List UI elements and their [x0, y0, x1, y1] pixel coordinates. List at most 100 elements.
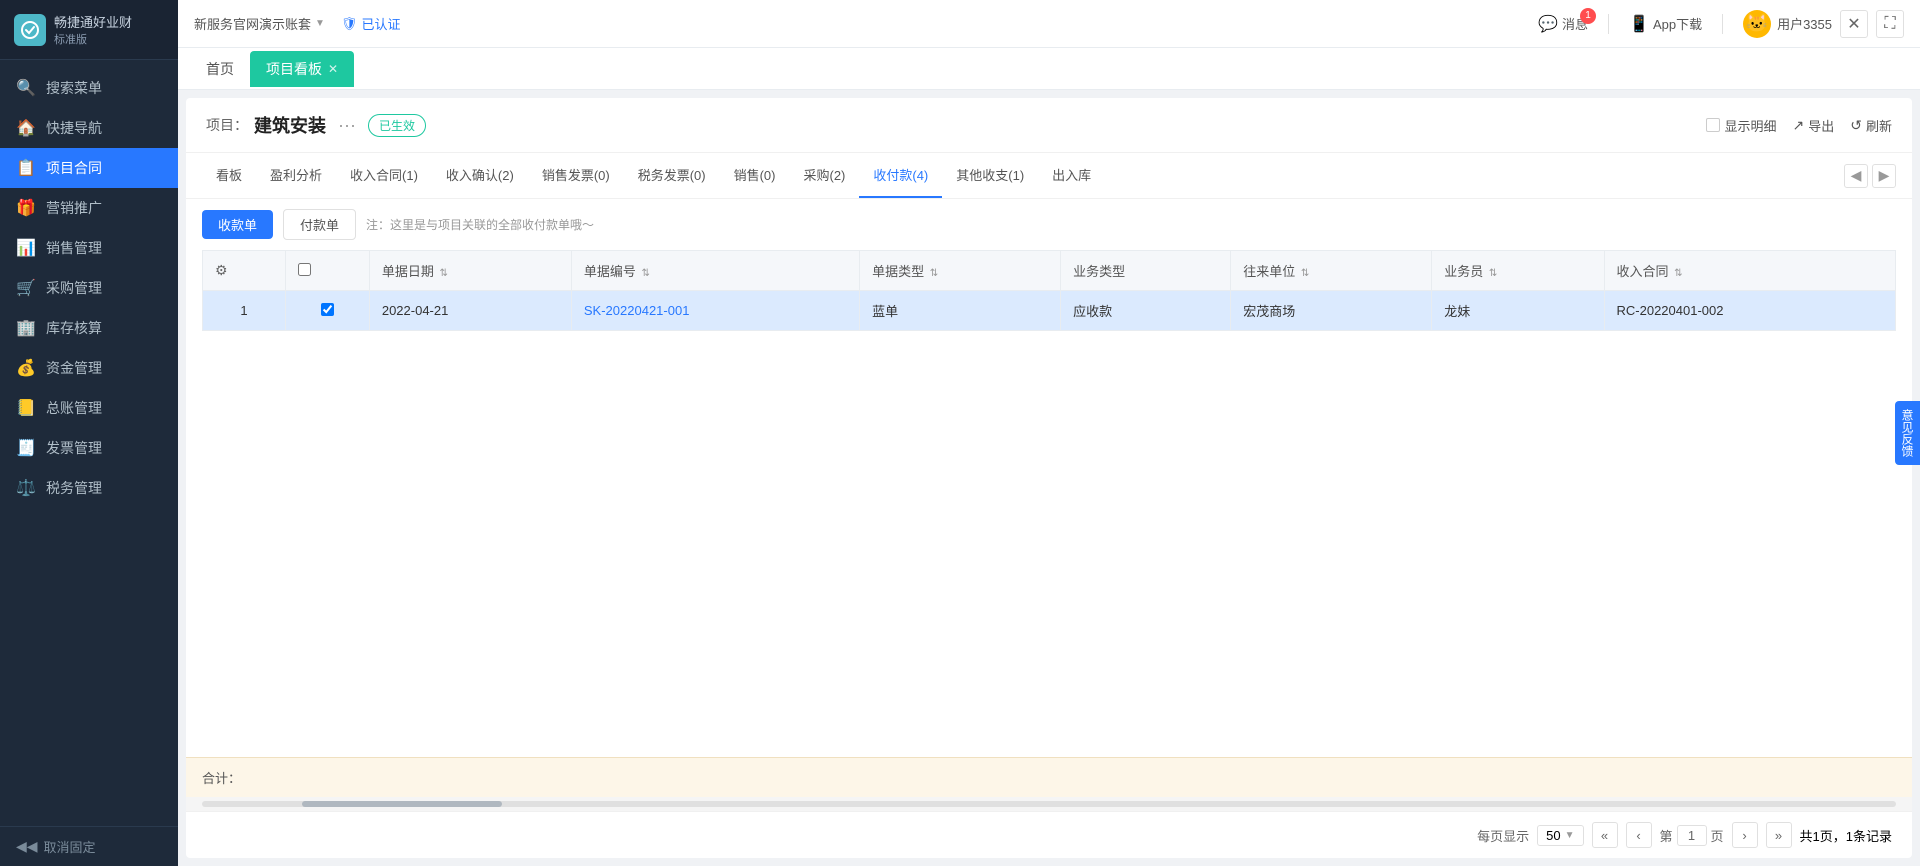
- app-download-button[interactable]: 📱 App下载: [1629, 14, 1702, 34]
- topbar-divider: [1608, 14, 1609, 34]
- next-page-button[interactable]: ›: [1732, 822, 1758, 848]
- sub-tab-inout[interactable]: 出入库: [1038, 153, 1105, 198]
- th-partner-label: 往来单位: [1243, 264, 1295, 279]
- tab-home[interactable]: 首页: [190, 51, 250, 87]
- prev-page-button[interactable]: ‹: [1626, 822, 1652, 848]
- sort-contract-icon[interactable]: ⇅: [1674, 268, 1682, 279]
- table-row[interactable]: 1 2022-04-21 SK-20220421-001 蓝单 应收款 宏茂商场…: [203, 291, 1896, 331]
- sub-tab-profit[interactable]: 盈利分析: [256, 153, 336, 198]
- td-checkbox: [285, 291, 369, 331]
- summary-label: 合计：: [202, 771, 241, 786]
- th-settings: ⚙: [203, 251, 286, 291]
- sub-tab-label: 盈利分析: [270, 168, 322, 183]
- tab-project-board[interactable]: 项目看板 ✕: [250, 51, 354, 87]
- sort-type-icon[interactable]: ⇅: [930, 268, 938, 279]
- sub-tab-income-contract[interactable]: 收入合同(1): [336, 153, 432, 198]
- payment-order-button[interactable]: 付款单: [283, 209, 356, 240]
- tab-close-icon[interactable]: ✕: [328, 62, 338, 76]
- message-icon: 💬: [1538, 14, 1558, 34]
- refresh-label: 刷新: [1866, 116, 1892, 135]
- current-page-input[interactable]: 1: [1677, 825, 1707, 846]
- tax-icon: ⚖️: [16, 478, 36, 498]
- select-all-checkbox[interactable]: [298, 263, 311, 276]
- cert-status: 🛡 已认证: [341, 14, 401, 33]
- sub-tab-other[interactable]: 其他收支(1): [942, 153, 1038, 198]
- sort-date-icon[interactable]: ⇅: [439, 268, 447, 279]
- row-checkbox[interactable]: [321, 303, 334, 316]
- sub-tab-purchase[interactable]: 采购(2): [789, 153, 859, 198]
- user-avatar: 🐱: [1743, 10, 1771, 38]
- first-page-button[interactable]: «: [1592, 822, 1618, 848]
- sidebar-unpin-button[interactable]: ◀◀ 取消固定: [0, 826, 178, 866]
- project-status-badge: 已生效: [368, 114, 426, 137]
- sub-tab-prev-button[interactable]: ◀: [1844, 164, 1868, 188]
- th-type-label: 单据类型: [872, 264, 924, 279]
- sub-tab-next-button[interactable]: ▶: [1872, 164, 1896, 188]
- sidebar-item-sales[interactable]: 📊 销售管理: [0, 228, 178, 268]
- sidebar-item-invoice[interactable]: 🧾 发票管理: [0, 428, 178, 468]
- sort-partner-icon[interactable]: ⇅: [1301, 268, 1309, 279]
- sidebar-footer-label: 取消固定: [44, 837, 96, 856]
- window-controls: ✕ ⛶: [1840, 10, 1904, 38]
- sub-tab-sales-invoice[interactable]: 销售发票(0): [528, 153, 624, 198]
- prev-page-icon: ‹: [1636, 828, 1640, 843]
- sub-tab-income-confirm[interactable]: 收入确认(2): [432, 153, 528, 198]
- sidebar-item-purchase[interactable]: 🛒 采购管理: [0, 268, 178, 308]
- page-size-select[interactable]: 50 ▼: [1537, 825, 1583, 846]
- project-more-icon[interactable]: ···: [338, 115, 356, 136]
- topbar-actions: 💬 消息 1 📱 App下载 🐱 用户3355: [1538, 10, 1832, 38]
- inventory-icon: 🏢: [16, 318, 36, 338]
- sidebar-item-label: 资金管理: [46, 358, 102, 378]
- sidebar-item-marketing[interactable]: 🎁 营销推广: [0, 188, 178, 228]
- sort-salesperson-icon[interactable]: ⇅: [1489, 268, 1497, 279]
- document-link[interactable]: SK-20220421-001: [584, 303, 690, 318]
- td-contract: RC-20220401-002: [1604, 291, 1895, 331]
- close-button[interactable]: ✕: [1840, 10, 1868, 38]
- phone-icon: 📱: [1629, 14, 1649, 34]
- messages-button[interactable]: 💬 消息 1: [1538, 14, 1588, 34]
- last-page-button[interactable]: »: [1766, 822, 1792, 848]
- account-selector[interactable]: 新服务官网演示账套 ▼: [194, 14, 341, 33]
- ledger-icon: 📒: [16, 398, 36, 418]
- sidebar: 畅捷通好业财 标准版 🔍 搜索菜单 🏠 快捷导航 📋 项目合同 🎁 营销推广 📊…: [0, 0, 178, 866]
- maximize-button[interactable]: ⛶: [1876, 10, 1904, 38]
- sidebar-item-label: 销售管理: [46, 238, 102, 258]
- sidebar-item-label: 库存核算: [46, 318, 102, 338]
- shield-icon: 🛡: [341, 16, 358, 32]
- user-menu[interactable]: 🐱 用户3355: [1743, 10, 1832, 38]
- sidebar-item-nav[interactable]: 🏠 快捷导航: [0, 108, 178, 148]
- sub-tab-kanban[interactable]: 看板: [202, 153, 256, 198]
- td-type: 蓝单: [860, 291, 1061, 331]
- td-index: 1: [203, 291, 286, 331]
- refresh-button[interactable]: ↺ 刷新: [1850, 116, 1892, 135]
- horizontal-scrollbar-thumb[interactable]: [302, 801, 502, 807]
- sub-tab-label: 销售(0): [734, 168, 776, 183]
- th-date-label: 单据日期: [382, 264, 434, 279]
- sort-number-icon[interactable]: ⇅: [642, 268, 650, 279]
- sub-tab-payment[interactable]: 收付款(4): [859, 153, 942, 198]
- sidebar-item-ledger[interactable]: 📒 总账管理: [0, 388, 178, 428]
- last-page-icon: »: [1775, 828, 1782, 843]
- feedback-button[interactable]: 意见反馈: [1895, 401, 1920, 465]
- sub-tab-sales[interactable]: 销售(0): [720, 153, 790, 198]
- td-partner: 宏茂商场: [1231, 291, 1432, 331]
- table-container: ⚙ 单据日期 ⇅ 单据编号 ⇅: [186, 250, 1912, 757]
- sidebar-item-finance[interactable]: 💰 资金管理: [0, 348, 178, 388]
- sub-tab-tax-invoice[interactable]: 税务发票(0): [624, 153, 720, 198]
- finance-icon: 💰: [16, 358, 36, 378]
- sidebar-item-inventory[interactable]: 🏢 库存核算: [0, 308, 178, 348]
- show-detail-checkbox[interactable]: 显示明细: [1706, 116, 1776, 135]
- sidebar-item-project[interactable]: 📋 项目合同: [0, 148, 178, 188]
- settings-icon[interactable]: ⚙: [215, 262, 228, 278]
- project-header: 项目： 建筑安装 ··· 已生效 显示明细 ↗ 导出 ↺ 刷新: [186, 98, 1912, 153]
- app-edition: 标准版: [54, 31, 132, 47]
- checkbox-icon: [1706, 118, 1720, 132]
- payment-receipt-button[interactable]: 收款单: [202, 210, 273, 239]
- page-size-value: 50: [1546, 828, 1560, 843]
- sidebar-item-tax[interactable]: ⚖️ 税务管理: [0, 468, 178, 508]
- sub-tabs: 看板 盈利分析 收入合同(1) 收入确认(2) 销售发票(0) 税务发票(0) …: [186, 153, 1912, 199]
- sidebar-item-search[interactable]: 🔍 搜索菜单: [0, 68, 178, 108]
- export-icon: ↗: [1793, 117, 1805, 134]
- purchase-icon: 🛒: [16, 278, 36, 298]
- export-button[interactable]: ↗ 导出: [1793, 116, 1835, 135]
